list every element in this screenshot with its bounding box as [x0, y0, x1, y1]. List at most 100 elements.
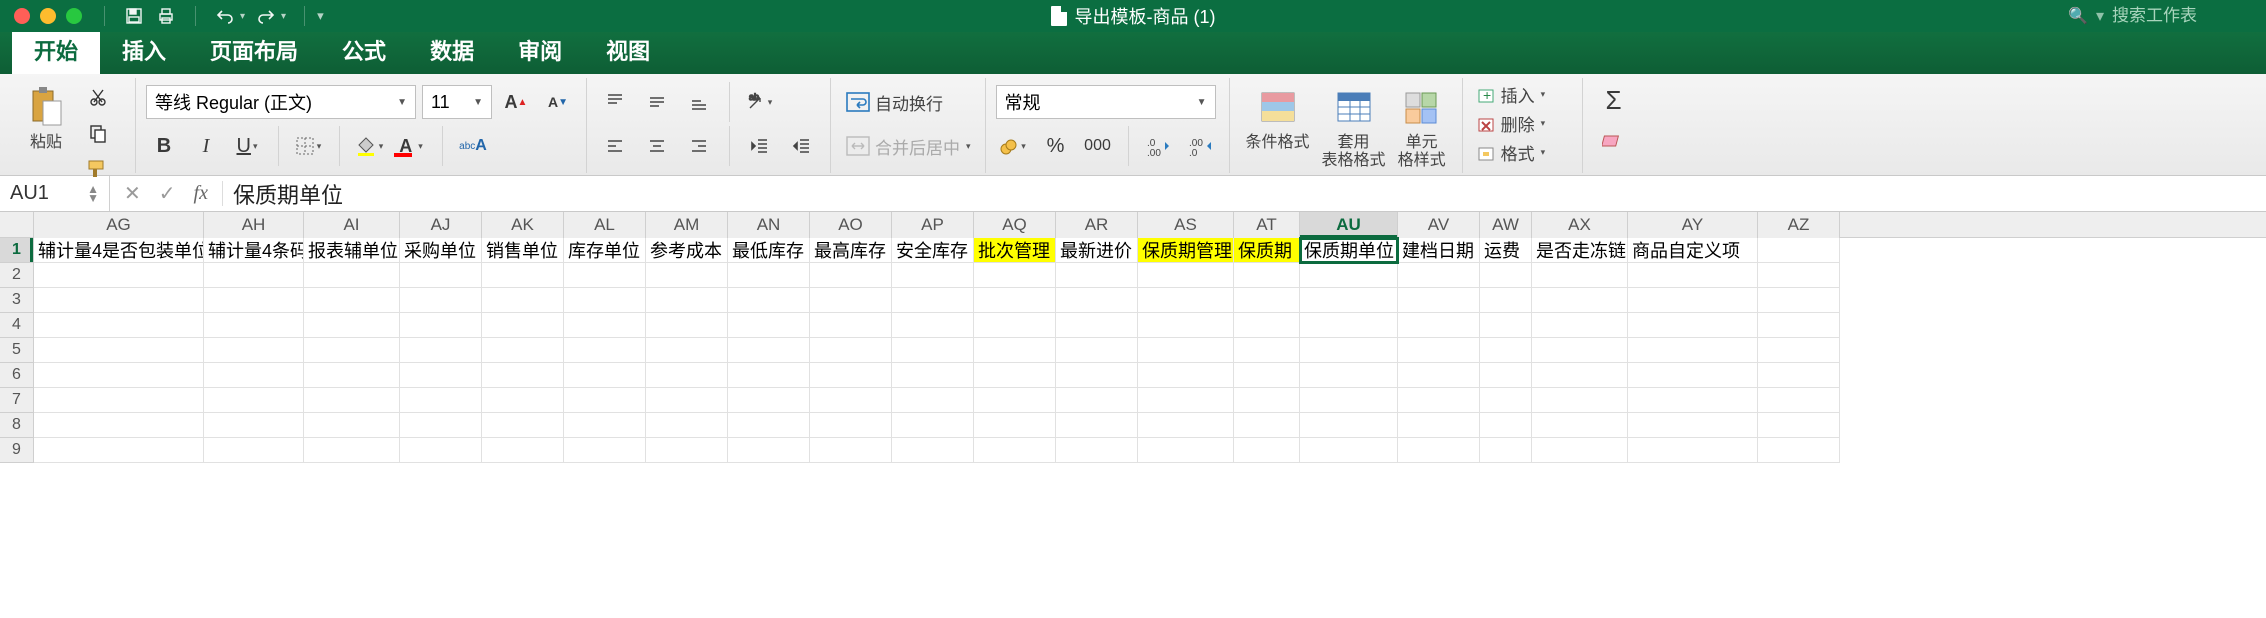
cell-AP8[interactable] [892, 413, 974, 438]
cell-AM1[interactable]: 参考成本 [646, 238, 728, 263]
cell-AS4[interactable] [1138, 313, 1234, 338]
align-center-button[interactable] [639, 129, 675, 163]
cell-AX4[interactable] [1532, 313, 1628, 338]
spreadsheet-grid[interactable]: AGAHAIAJAKALAMANAOAPAQARASATAUAVAWAXAYAZ… [0, 212, 2266, 463]
cell-AM6[interactable] [646, 363, 728, 388]
fx-icon[interactable]: fx [194, 182, 208, 205]
cell-AV1[interactable]: 建档日期 [1398, 238, 1480, 263]
cell-AL3[interactable] [564, 288, 646, 313]
column-header-AO[interactable]: AO [810, 212, 892, 238]
tab-review[interactable]: 审阅 [496, 26, 584, 74]
cell-AJ9[interactable] [400, 438, 482, 463]
column-header-AK[interactable]: AK [482, 212, 564, 238]
cell-AX6[interactable] [1532, 363, 1628, 388]
cell-AQ5[interactable] [974, 338, 1056, 363]
cell-AR9[interactable] [1056, 438, 1138, 463]
cell-AQ9[interactable] [974, 438, 1056, 463]
cell-AH3[interactable] [204, 288, 304, 313]
cell-AR5[interactable] [1056, 338, 1138, 363]
cell-AG5[interactable] [34, 338, 204, 363]
currency-button[interactable]: ▾ [996, 129, 1032, 163]
cell-AN7[interactable] [728, 388, 810, 413]
column-header-AV[interactable]: AV [1398, 212, 1480, 238]
cell-AH7[interactable] [204, 388, 304, 413]
cell-AM3[interactable] [646, 288, 728, 313]
cell-AZ2[interactable] [1758, 263, 1840, 288]
cell-AG4[interactable] [34, 313, 204, 338]
cell-AM9[interactable] [646, 438, 728, 463]
cell-AT3[interactable] [1234, 288, 1300, 313]
formula-input[interactable]: 保质期单位 [223, 178, 2266, 210]
cell-AT5[interactable] [1234, 338, 1300, 363]
qat-customize-caret[interactable]: ▾ [317, 8, 324, 24]
cell-AM2[interactable] [646, 263, 728, 288]
cell-AX7[interactable] [1532, 388, 1628, 413]
column-header-AM[interactable]: AM [646, 212, 728, 238]
percent-button[interactable]: % [1038, 129, 1074, 163]
align-right-button[interactable] [681, 129, 717, 163]
cell-AY8[interactable] [1628, 413, 1758, 438]
cell-AY3[interactable] [1628, 288, 1758, 313]
cell-AN2[interactable] [728, 263, 810, 288]
undo-caret[interactable]: ▾ [240, 11, 245, 22]
cell-AV5[interactable] [1398, 338, 1480, 363]
align-bottom-button[interactable] [681, 85, 717, 119]
cell-AO9[interactable] [810, 438, 892, 463]
cell-AW5[interactable] [1480, 338, 1532, 363]
cell-AU2[interactable] [1300, 263, 1398, 288]
border-button[interactable]: ▾ [291, 129, 327, 163]
cell-AN9[interactable] [728, 438, 810, 463]
cell-AY5[interactable] [1628, 338, 1758, 363]
delete-cells-button[interactable]: 删除▾ [1473, 109, 1572, 138]
cell-styles-button[interactable]: 单元 格样式 [1392, 80, 1452, 171]
cell-AH9[interactable] [204, 438, 304, 463]
cell-AL7[interactable] [564, 388, 646, 413]
cell-AK5[interactable] [482, 338, 564, 363]
cell-AI6[interactable] [304, 363, 400, 388]
cell-AL4[interactable] [564, 313, 646, 338]
cell-AT8[interactable] [1234, 413, 1300, 438]
cell-AL9[interactable] [564, 438, 646, 463]
cell-AQ8[interactable] [974, 413, 1056, 438]
format-cells-button[interactable]: 格式▾ [1473, 138, 1572, 167]
cell-AJ4[interactable] [400, 313, 482, 338]
cell-AL6[interactable] [564, 363, 646, 388]
align-left-button[interactable] [597, 129, 633, 163]
increase-indent-button[interactable] [784, 129, 820, 163]
cell-AI4[interactable] [304, 313, 400, 338]
cell-AL1[interactable]: 库存单位 [564, 238, 646, 263]
cell-AK6[interactable] [482, 363, 564, 388]
cell-AJ8[interactable] [400, 413, 482, 438]
cell-AT1[interactable]: 保质期 [1234, 238, 1300, 263]
phonetic-button[interactable]: abcA [455, 129, 491, 163]
cell-AP2[interactable] [892, 263, 974, 288]
cell-AI8[interactable] [304, 413, 400, 438]
cell-AS3[interactable] [1138, 288, 1234, 313]
cell-AV4[interactable] [1398, 313, 1480, 338]
column-header-AH[interactable]: AH [204, 212, 304, 238]
column-header-AJ[interactable]: AJ [400, 212, 482, 238]
cell-AN3[interactable] [728, 288, 810, 313]
table-format-button[interactable]: 套用 表格格式 [1316, 80, 1392, 171]
cell-AI7[interactable] [304, 388, 400, 413]
cell-AX3[interactable] [1532, 288, 1628, 313]
cell-AW7[interactable] [1480, 388, 1532, 413]
comma-button[interactable]: 000 [1080, 129, 1116, 163]
cell-AM5[interactable] [646, 338, 728, 363]
maximize-window[interactable] [66, 8, 82, 24]
cell-AV6[interactable] [1398, 363, 1480, 388]
cell-AY9[interactable] [1628, 438, 1758, 463]
cell-AG7[interactable] [34, 388, 204, 413]
row-header-9[interactable]: 9 [0, 438, 34, 463]
column-header-AR[interactable]: AR [1056, 212, 1138, 238]
column-header-AN[interactable]: AN [728, 212, 810, 238]
name-box[interactable]: AU1 ▲▼ [0, 176, 110, 211]
cell-AH4[interactable] [204, 313, 304, 338]
font-size-combo[interactable]: 11▼ [422, 85, 492, 119]
wrap-text-button[interactable]: 自动换行 [841, 88, 947, 117]
cell-AW8[interactable] [1480, 413, 1532, 438]
fill-color-button[interactable]: ▾ [352, 129, 388, 163]
cell-AK3[interactable] [482, 288, 564, 313]
cell-AK7[interactable] [482, 388, 564, 413]
cell-AU1[interactable]: 保质期单位 [1300, 238, 1398, 263]
